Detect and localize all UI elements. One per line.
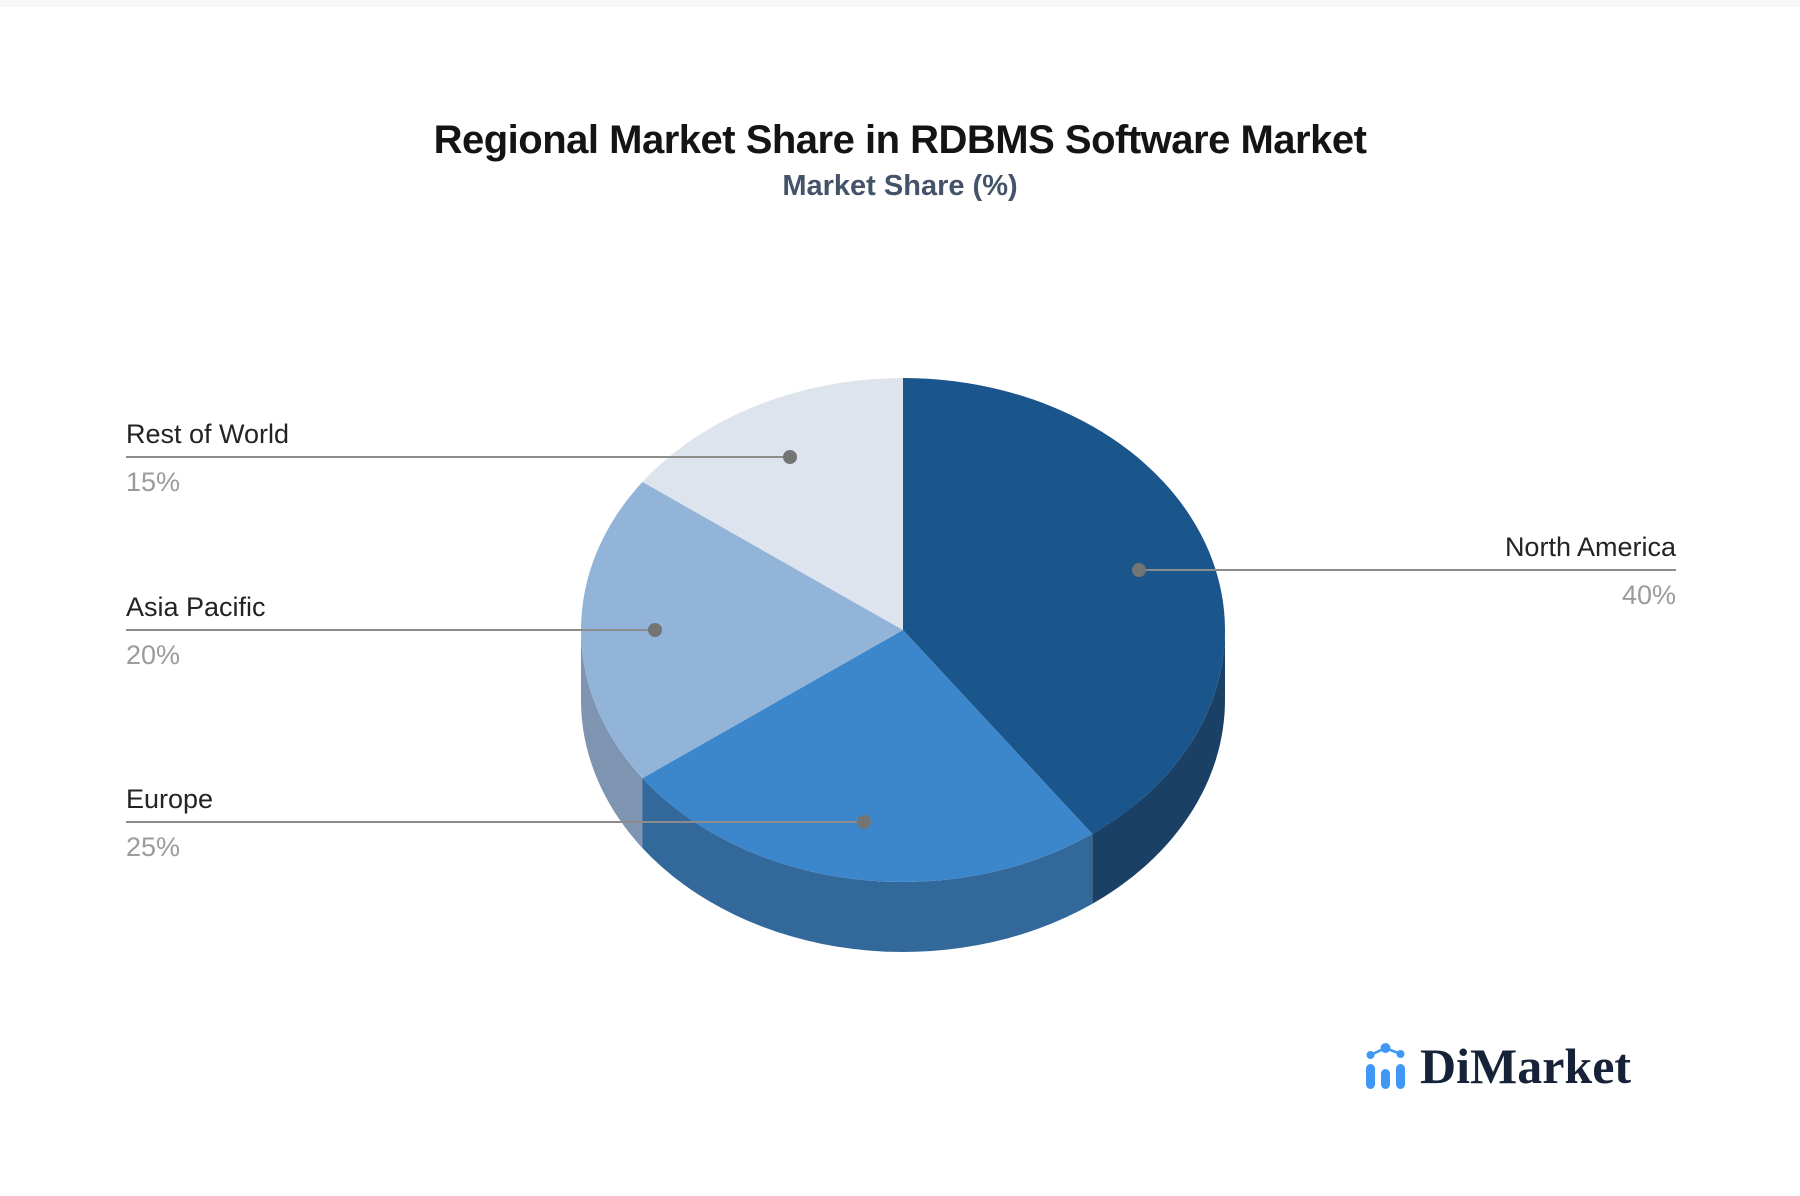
- slice-label-pct: 20%: [126, 640, 181, 670]
- bar-line-chart-icon: [1366, 1043, 1405, 1089]
- slice-label-pct: 40%: [1621, 580, 1676, 610]
- leader-dot: [648, 623, 662, 637]
- slice-label-name: Rest of World: [126, 419, 290, 449]
- brand-logo: DiMarket: [1362, 1038, 1631, 1094]
- leader-dot: [1132, 563, 1146, 577]
- leader-dot: [857, 815, 871, 829]
- pie-chart: [126, 378, 1676, 952]
- brand-name: DiMarket: [1420, 1038, 1632, 1094]
- slice-label-name: North America: [1504, 532, 1676, 562]
- slice-label-name: Asia Pacific: [126, 592, 266, 622]
- slice-label-pct: 15%: [126, 467, 181, 497]
- slice-label-name: Europe: [126, 784, 214, 814]
- leader-dot: [783, 450, 797, 464]
- slice-label-pct: 25%: [126, 832, 181, 862]
